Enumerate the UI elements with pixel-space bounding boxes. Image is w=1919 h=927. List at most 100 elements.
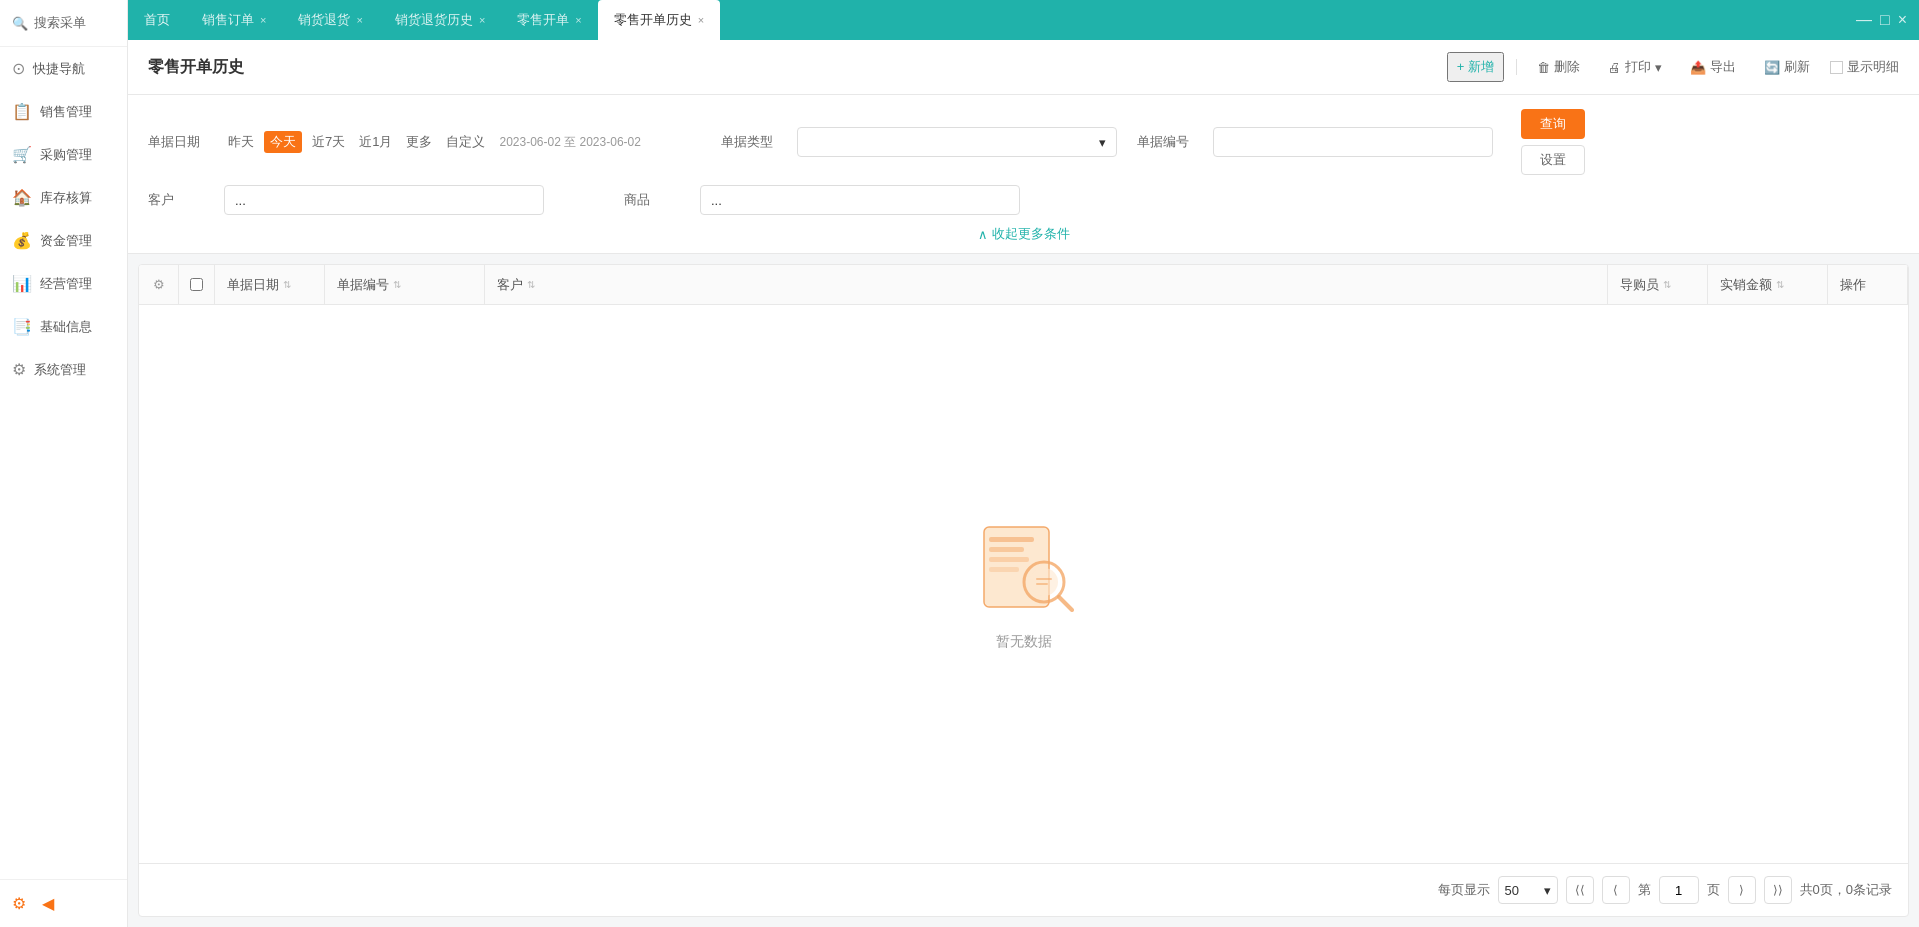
date-opt-yesterday[interactable]: 昨天 [224, 131, 258, 153]
settings-bottom-icon[interactable]: ⚙ [12, 894, 26, 913]
date-opt-last7[interactable]: 近7天 [308, 131, 349, 153]
tab-sales-return-history-label: 销货退货历史 [395, 11, 473, 29]
sidebar-item-operations[interactable]: 📊 经营管理 [0, 262, 127, 305]
th-guide[interactable]: 导购员 ⇅ [1608, 265, 1708, 304]
sidebar-item-basic-info[interactable]: 📑 基础信息 [0, 305, 127, 348]
tab-retail-open[interactable]: 零售开单 × [501, 0, 597, 40]
date-opt-custom[interactable]: 自定义 [442, 131, 489, 153]
tab-sales-return[interactable]: 销货退货 × [282, 0, 378, 40]
finance-icon: 💰 [12, 231, 32, 250]
sidebar-item-inventory[interactable]: 🏠 库存核算 [0, 176, 127, 219]
setting-button[interactable]: 设置 [1521, 145, 1585, 175]
th-guide-sort-icon[interactable]: ⇅ [1663, 279, 1671, 290]
sidebar-item-finance[interactable]: 💰 资金管理 [0, 219, 127, 262]
display-detail-toggle[interactable]: 显示明细 [1830, 58, 1899, 76]
th-billno-sort-icon[interactable]: ⇅ [393, 279, 401, 290]
bill-type-select[interactable]: ▾ [797, 127, 1117, 157]
tab-retail-open-history-close[interactable]: × [698, 14, 704, 26]
customer-placeholder: ... [235, 193, 246, 208]
sidebar-item-label: 采购管理 [40, 146, 92, 164]
svg-rect-3 [989, 557, 1029, 562]
tab-retail-open-history[interactable]: 零售开单历史 × [598, 0, 720, 40]
empty-state: 暂无数据 [139, 305, 1908, 863]
collapse-sidebar-icon[interactable]: ◀ [42, 894, 54, 913]
sidebar-item-label: 经营管理 [40, 275, 92, 293]
content-area: 零售开单历史 + 新增 🗑 删除 🖨 打印 ▾ 📤 导出 [128, 40, 1919, 927]
th-billno[interactable]: 单据编号 ⇅ [325, 265, 485, 304]
print-button[interactable]: 🖨 打印 ▾ [1600, 54, 1670, 80]
add-btn-label: + 新增 [1457, 58, 1494, 76]
sidebar-search[interactable]: 🔍 搜索采单 [0, 0, 127, 47]
display-checkbox[interactable] [1830, 61, 1843, 74]
collapse-filter-btn[interactable]: ∧ 收起更多条件 [148, 225, 1899, 243]
tab-bar: 首页 销售订单 × 销货退货 × 销货退货历史 × 零售开单 × 零售开单历史 … [128, 0, 1919, 40]
page-unit-label: 页 [1707, 881, 1720, 899]
tab-sales-order-close[interactable]: × [260, 14, 266, 26]
tab-home-label: 首页 [144, 11, 170, 29]
table-area: ⚙ 单据日期 ⇅ 单据编号 ⇅ 客户 ⇅ 导购员 ⇅ [138, 264, 1909, 917]
page-first-btn[interactable]: ⟨⟨ [1566, 876, 1594, 904]
sidebar-item-label: 资金管理 [40, 232, 92, 250]
sidebar-item-quick-nav[interactable]: ⊙ 快捷导航 [0, 47, 127, 90]
tab-home[interactable]: 首页 [128, 0, 186, 40]
window-minimize-btn[interactable]: — [1856, 11, 1872, 29]
svg-point-6 [1030, 568, 1058, 596]
date-opt-more[interactable]: 更多 [402, 131, 436, 153]
tab-sales-return-history[interactable]: 销货退货历史 × [379, 0, 501, 40]
th-customer-sort-icon[interactable]: ⇅ [527, 279, 535, 290]
th-date-sort-icon[interactable]: ⇅ [283, 279, 291, 290]
page-prev-btn[interactable]: ⟨ [1602, 876, 1630, 904]
search-icon: 🔍 [12, 16, 28, 31]
table-select-all-checkbox[interactable] [179, 265, 215, 304]
inventory-icon: 🏠 [12, 188, 32, 207]
delete-btn-label: 删除 [1554, 58, 1580, 76]
add-button[interactable]: + 新增 [1447, 52, 1504, 82]
query-button[interactable]: 查询 [1521, 109, 1585, 139]
refresh-button[interactable]: 🔄 刷新 [1756, 54, 1818, 80]
refresh-btn-label: 刷新 [1784, 58, 1810, 76]
tab-sales-return-history-close[interactable]: × [479, 14, 485, 26]
tab-bar-right: — □ × [1856, 11, 1919, 29]
sidebar-bottom: ⚙ ◀ [0, 879, 127, 927]
date-opt-last1month[interactable]: 近1月 [355, 131, 396, 153]
tab-retail-open-close[interactable]: × [575, 14, 581, 26]
th-date[interactable]: 单据日期 ⇅ [215, 265, 325, 304]
tab-retail-open-label: 零售开单 [517, 11, 569, 29]
table-header: ⚙ 单据日期 ⇅ 单据编号 ⇅ 客户 ⇅ 导购员 ⇅ [139, 265, 1908, 305]
page-info-label: 第 [1638, 881, 1651, 899]
goods-label: 商品 [624, 191, 680, 209]
th-amount[interactable]: 实销金额 ⇅ [1708, 265, 1828, 304]
th-action: 操作 [1828, 265, 1908, 304]
table-settings-icon[interactable]: ⚙ [139, 265, 179, 304]
bill-type-chevron: ▾ [1099, 135, 1106, 150]
sidebar-search-label: 搜索采单 [34, 14, 86, 32]
sidebar-item-purchase-mgmt[interactable]: 🛒 采购管理 [0, 133, 127, 176]
th-customer[interactable]: 客户 ⇅ [485, 265, 1608, 304]
window-maximize-btn[interactable]: □ [1880, 11, 1890, 29]
page-size-select[interactable]: 50 ▾ [1498, 876, 1558, 904]
date-opt-today[interactable]: 今天 [264, 131, 302, 153]
sidebar-item-sales-mgmt[interactable]: 📋 销售管理 [0, 90, 127, 133]
customer-select[interactable]: ... [224, 185, 544, 215]
goods-select[interactable]: ... [700, 185, 1020, 215]
bill-no-label: 单据编号 [1137, 133, 1193, 151]
select-all-input[interactable] [190, 278, 203, 291]
page-last-btn[interactable]: ⟩⟩ [1764, 876, 1792, 904]
sidebar-item-system[interactable]: ⚙ 系统管理 [0, 348, 127, 391]
svg-line-7 [1059, 597, 1072, 610]
page-next-btn[interactable]: ⟩ [1728, 876, 1756, 904]
empty-text: 暂无数据 [996, 633, 1052, 651]
export-button[interactable]: 📤 导出 [1682, 54, 1744, 80]
print-chevron-icon: ▾ [1655, 60, 1662, 75]
th-amount-sort-icon[interactable]: ⇅ [1776, 279, 1784, 290]
bill-no-input[interactable] [1213, 127, 1493, 157]
sidebar-item-label: 系统管理 [34, 361, 86, 379]
tab-sales-order[interactable]: 销售订单 × [186, 0, 282, 40]
toolbar: + 新增 🗑 删除 🖨 打印 ▾ 📤 导出 🔄 刷 [1447, 52, 1899, 82]
page-number-input[interactable]: 1 [1659, 876, 1699, 904]
window-close-btn[interactable]: × [1898, 11, 1907, 29]
refresh-icon: 🔄 [1764, 60, 1780, 75]
tab-sales-return-close[interactable]: × [356, 14, 362, 26]
delete-button[interactable]: 🗑 删除 [1529, 54, 1588, 80]
purchase-mgmt-icon: 🛒 [12, 145, 32, 164]
